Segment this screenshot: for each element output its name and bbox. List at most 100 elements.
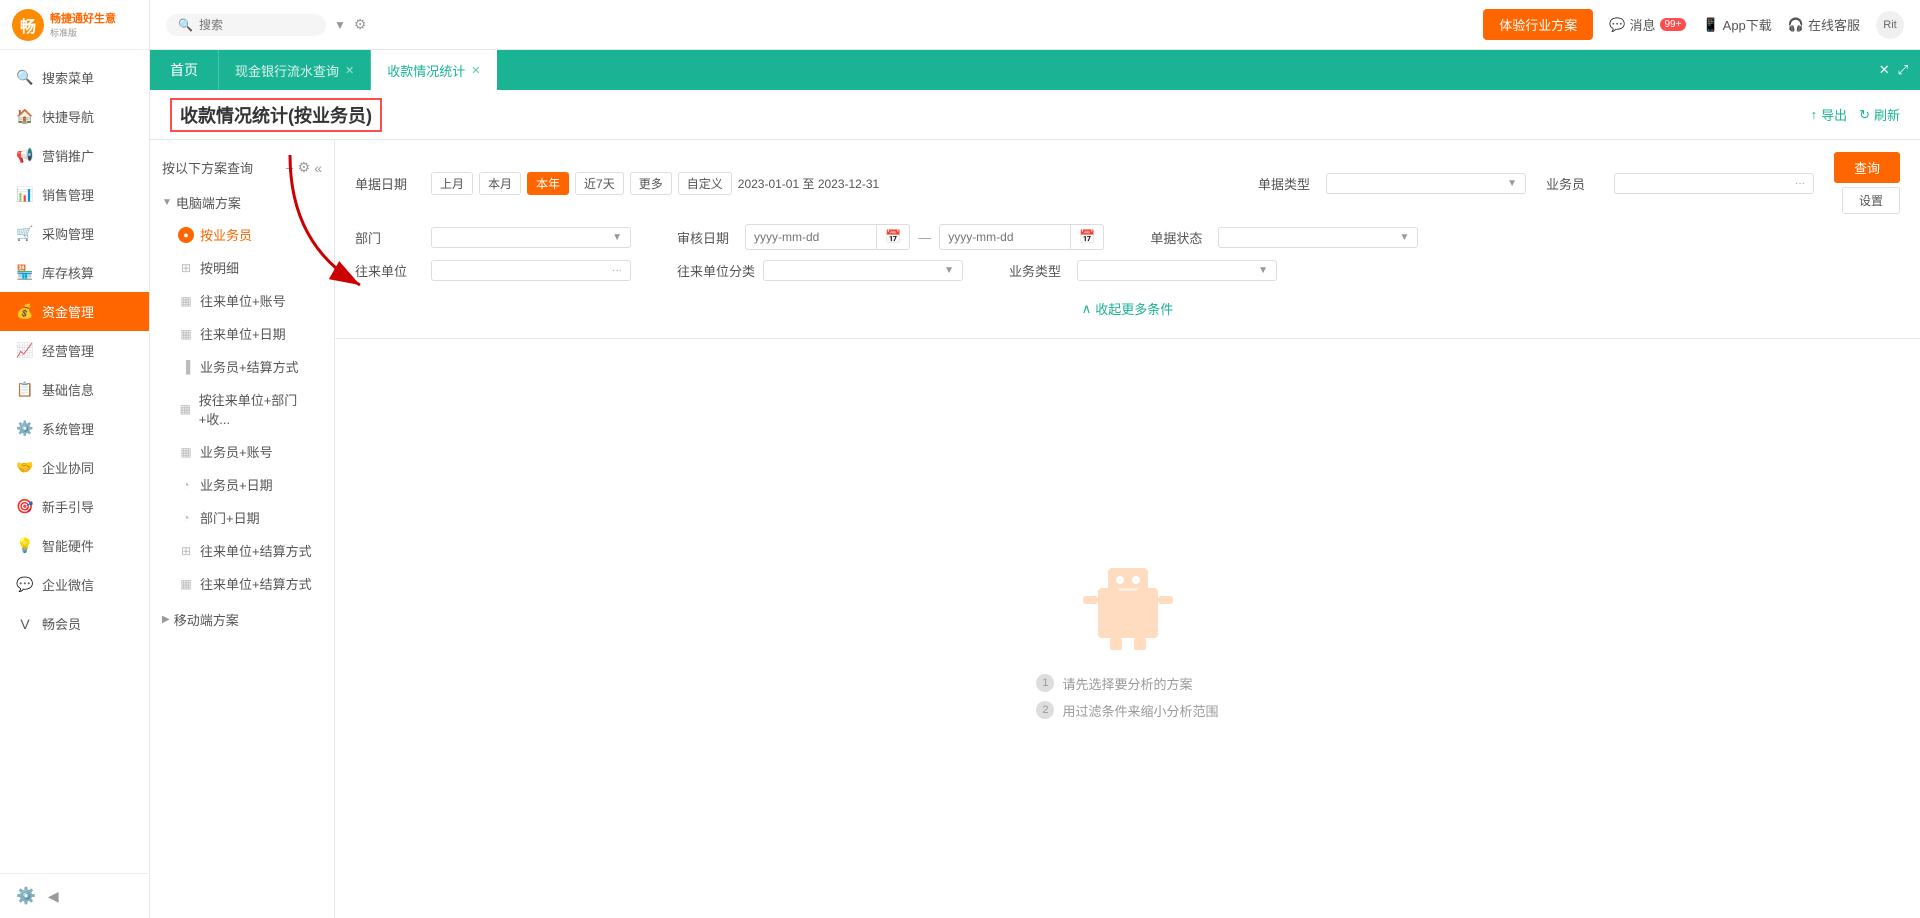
panel-collapse-icon[interactable]: « xyxy=(314,160,322,176)
tree-mobile-label: 移动端方案 xyxy=(174,610,239,629)
search-input[interactable] xyxy=(199,18,299,32)
partner-category-group: 往来单位分类 ▼ xyxy=(677,260,963,281)
nav-icon-base-info: 📋 xyxy=(16,381,34,399)
nav-label-guide: 新手引导 xyxy=(42,497,94,516)
tree-item-partner-date[interactable]: ▦ 往来单位+日期 xyxy=(150,317,334,350)
panel-add-icon[interactable]: + xyxy=(285,160,293,176)
biz-type-chevron: ▼ xyxy=(1258,265,1268,276)
doc-status-chevron: ▼ xyxy=(1399,232,1409,243)
tab-bank-flow-close[interactable]: ✕ xyxy=(345,64,354,77)
tree-item-partner-calc1[interactable]: ⊞ 往来单位+结算方式 xyxy=(150,534,334,567)
salesperson-chevron: ··· xyxy=(1795,178,1805,189)
tab-home[interactable]: 首页 xyxy=(150,50,219,90)
date-btn-this-year[interactable]: 本年 xyxy=(527,172,569,195)
tree-item-dept-date[interactable]: ◔ 部门+日期 xyxy=(150,501,334,534)
date-btn-more[interactable]: 更多 xyxy=(630,172,672,195)
tree-item-by-detail[interactable]: ⊞ 按明细 xyxy=(150,251,334,284)
search-box[interactable]: 🔍 xyxy=(166,14,326,36)
refresh-button[interactable]: ↻ 刷新 xyxy=(1859,105,1900,124)
export-button[interactable]: ↑ 导出 xyxy=(1811,105,1848,124)
tree-item-partner-calc2[interactable]: ▦ 往来单位+结算方式 xyxy=(150,567,334,600)
doc-type-salesperson-group: 单据类型 ▼ 业务员 ··· xyxy=(1258,152,1900,214)
date-btn-custom[interactable]: 自定义 xyxy=(678,172,732,195)
trial-button[interactable]: 体验行业方案 xyxy=(1483,9,1593,40)
nav-icon-sales: 📊 xyxy=(16,186,34,204)
partner-dots: ··· xyxy=(612,265,622,276)
tree-item-salesperson-date[interactable]: ◔ 业务员+日期 xyxy=(150,468,334,501)
tree-item-partner-dept-coll[interactable]: ▦ 按往来单位+部门+收... xyxy=(150,383,334,435)
sidebar-item-search[interactable]: 🔍 搜索菜单 xyxy=(0,58,149,97)
calendar-end-icon[interactable]: 📅 xyxy=(1070,225,1103,249)
tab-collection-stat-label: 收款情况统计 xyxy=(387,61,465,80)
audit-date-label: 审核日期 xyxy=(677,228,737,247)
collapse-button[interactable]: ∧ 收起更多条件 xyxy=(355,291,1900,326)
date-btn-last-month[interactable]: 上月 xyxy=(431,172,473,195)
sidebar-item-purchase[interactable]: 🛒 采购管理 xyxy=(0,214,149,253)
date-btn-this-month[interactable]: 本月 xyxy=(479,172,521,195)
panel-settings-icon[interactable]: ⚙ xyxy=(298,159,311,176)
sidebar-item-system[interactable]: ⚙️ 系统管理 xyxy=(0,409,149,448)
settings-icon-top[interactable]: ⚙ xyxy=(354,16,367,33)
tip-text-1: 请先选择要分析的方案 xyxy=(1062,674,1192,693)
tip-item-2: 2 用过滤条件来缩小分析范围 xyxy=(1036,701,1218,720)
sidebar-item-guide[interactable]: 🎯 新手引导 xyxy=(0,487,149,526)
partner-select[interactable]: ··· xyxy=(431,260,631,281)
tree-item-icon-partner-dept-coll: ▦ xyxy=(178,401,193,417)
messages-icon: 💬 xyxy=(1609,17,1625,33)
tree-item-partner-account[interactable]: ▦ 往来单位+账号 xyxy=(150,284,334,317)
tab-expand-icon[interactable]: ⤢ xyxy=(1898,62,1908,78)
tree-desktop-root[interactable]: ▼ 电脑端方案 xyxy=(150,187,334,218)
sidebar-item-quick-nav[interactable]: 🏠 快捷导航 xyxy=(0,97,149,136)
partner-category-select[interactable]: ▼ xyxy=(763,260,963,281)
tree-item-by-salesperson[interactable]: ● 按业务员 xyxy=(150,218,334,251)
date-group: 上月 本月 本年 近7天 更多 自定义 2023-01-01 至 2023-12… xyxy=(431,172,879,195)
dropdown-icon[interactable]: ▼ xyxy=(334,18,346,32)
settings-button[interactable]: 设置 xyxy=(1842,187,1900,214)
nav-icon-guide: 🎯 xyxy=(16,498,34,516)
date-range-display: 2023-01-01 至 2023-12-31 xyxy=(738,175,879,192)
sidebar-item-warehouse[interactable]: 🏪 库存核算 xyxy=(0,253,149,292)
panel-header: 按以下方案查询 + ⚙ « xyxy=(150,152,334,183)
tree-item-salesperson-calc[interactable]: ▐ 业务员+结算方式 xyxy=(150,350,334,383)
tab-close-all-icon[interactable]: ✕ xyxy=(1879,62,1890,78)
tab-bank-flow[interactable]: 现金银行流水查询 ✕ xyxy=(219,50,371,90)
sidebar-item-operation[interactable]: 📈 经营管理 xyxy=(0,331,149,370)
tree-item-icon-salesperson-calc: ▐ xyxy=(178,359,194,375)
sidebar-item-finance[interactable]: 💰 资金管理 xyxy=(0,292,149,331)
audit-date-end-input[interactable] xyxy=(940,226,1070,248)
tree-item-salesperson-account[interactable]: ▦ 业务员+账号 xyxy=(150,435,334,468)
top-bar: 🔍 ▼ ⚙ 体验行业方案 💬 消息 99+ 📱 App下载 xyxy=(150,0,1920,50)
sidebar-item-marketing[interactable]: 📢 营销推广 xyxy=(0,136,149,175)
sidebar-item-smart-hw[interactable]: 💡 智能硬件 xyxy=(0,526,149,565)
tree-mobile-root[interactable]: ▶ 移动端方案 xyxy=(150,604,334,635)
sidebar-collapse-icon[interactable]: ◀ xyxy=(48,888,59,905)
dept-select[interactable]: ▼ xyxy=(431,227,631,248)
audit-date-start-input[interactable] xyxy=(746,226,876,248)
salesperson-label: 业务员 xyxy=(1546,174,1606,193)
sidebar-item-wechat[interactable]: 💬 企业微信 xyxy=(0,565,149,604)
sidebar-item-enterprise[interactable]: 🤝 企业协同 xyxy=(0,448,149,487)
tab-bank-flow-label: 现金银行流水查询 xyxy=(235,61,339,80)
tree-item-label-partner-calc1: 往来单位+结算方式 xyxy=(200,541,312,560)
tab-collection-stat-close[interactable]: ✕ xyxy=(471,64,480,77)
tab-collection-stat[interactable]: 收款情况统计 ✕ xyxy=(371,50,497,90)
calendar-start-icon[interactable]: 📅 xyxy=(876,225,909,249)
salesperson-select[interactable]: ··· xyxy=(1614,173,1814,194)
online-service-action[interactable]: 🎧 在线客服 xyxy=(1788,15,1860,34)
biz-type-select[interactable]: ▼ xyxy=(1077,260,1277,281)
page-header: 收款情况统计(按业务员) ↑ 导出 ↻ 刷新 xyxy=(150,90,1920,140)
sidebar-settings-icon[interactable]: ⚙️ xyxy=(16,886,36,906)
sidebar-item-base-info[interactable]: 📋 基础信息 xyxy=(0,370,149,409)
doc-type-select[interactable]: ▼ xyxy=(1326,173,1526,194)
user-avatar[interactable]: Rit xyxy=(1876,11,1904,39)
nav-icon-enterprise: 🤝 xyxy=(16,459,34,477)
nav-icon-smart-hw: 💡 xyxy=(16,537,34,555)
date-btn-7days[interactable]: 近7天 xyxy=(575,172,624,195)
query-button[interactable]: 查询 xyxy=(1834,152,1900,183)
doc-status-select[interactable]: ▼ xyxy=(1218,227,1418,248)
sidebar-item-sales[interactable]: 📊 销售管理 xyxy=(0,175,149,214)
sidebar-item-member[interactable]: V 畅会员 xyxy=(0,604,149,643)
app-download-action[interactable]: 📱 App下载 xyxy=(1702,15,1771,34)
messages-action[interactable]: 💬 消息 99+ xyxy=(1609,15,1686,34)
collapse-icon: ∧ xyxy=(1082,301,1092,317)
